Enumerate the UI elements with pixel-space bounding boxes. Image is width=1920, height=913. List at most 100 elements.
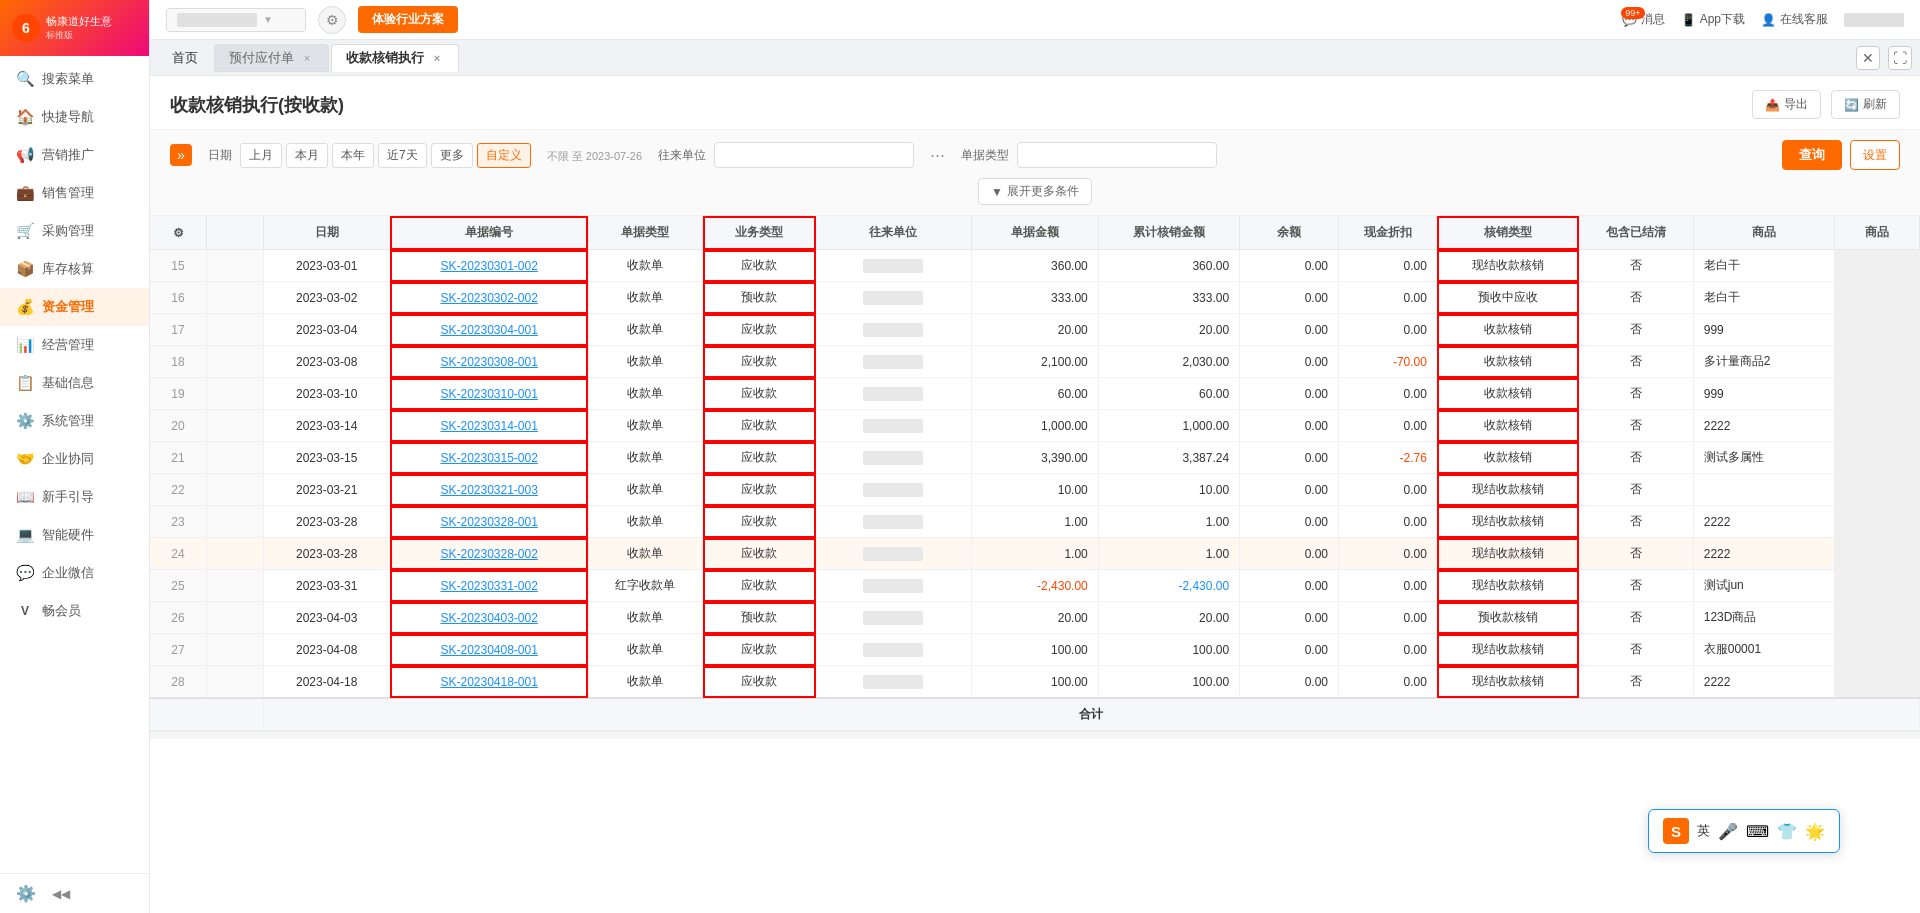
table-row[interactable]: 17 2023-03-04 SK-20230304-001 收款单 应收款 20… bbox=[150, 314, 1920, 346]
table-row[interactable]: 27 2023-04-08 SK-20230408-001 收款单 应收款 10… bbox=[150, 634, 1920, 666]
cell-docno[interactable]: SK-20230403-002 bbox=[390, 602, 588, 634]
cell-docno[interactable]: SK-20230331-002 bbox=[390, 570, 588, 602]
tab-prepay[interactable]: 预付应付单 × bbox=[214, 44, 329, 72]
cell-doctype: 收款单 bbox=[588, 282, 702, 314]
cell-docno[interactable]: SK-20230315-002 bbox=[390, 442, 588, 474]
sidebar-item-purchase[interactable]: 🛒 采购管理 bbox=[0, 212, 149, 250]
sidebar-item-inventory[interactable]: 📦 库存核算 bbox=[0, 250, 149, 288]
sidebar-item-finance[interactable]: 💰 资金管理 bbox=[0, 288, 149, 326]
app-download-button[interactable]: 📱 App下载 bbox=[1681, 11, 1745, 28]
col-header-vertype[interactable]: 核销类型 bbox=[1437, 216, 1578, 250]
col-header-docno[interactable]: 单据编号 bbox=[390, 216, 588, 250]
cell-docno[interactable]: SK-20230328-001 bbox=[390, 506, 588, 538]
gear-button[interactable]: ⚙ bbox=[318, 6, 346, 34]
cell-docno[interactable]: SK-20230308-001 bbox=[390, 346, 588, 378]
expand-conditions-button[interactable]: ▼ 展开更多条件 bbox=[978, 178, 1092, 205]
sidebar-item-system[interactable]: ⚙️ 系统管理 bbox=[0, 402, 149, 440]
online-service-button[interactable]: 👤 在线客服 bbox=[1761, 11, 1828, 28]
filter-unit-input[interactable] bbox=[714, 142, 914, 168]
date-btn-last-month[interactable]: 上月 bbox=[240, 143, 282, 168]
settings-button[interactable]: 设置 bbox=[1850, 140, 1900, 170]
col-header-balance[interactable]: 余额 bbox=[1240, 216, 1339, 250]
cell-docno[interactable]: SK-20230418-001 bbox=[390, 666, 588, 699]
cell-docno[interactable]: SK-20230328-002 bbox=[390, 538, 588, 570]
tab-close-all-button[interactable]: ✕ bbox=[1856, 46, 1880, 70]
sidebar-item-corp[interactable]: 🤝 企业协同 bbox=[0, 440, 149, 478]
float-mic-icon[interactable]: 🎤 bbox=[1718, 822, 1738, 841]
tab-maximize-button[interactable]: ⛶ bbox=[1888, 46, 1912, 70]
col-header-doctype[interactable]: 单据类型 bbox=[588, 216, 702, 250]
tab-collection[interactable]: 收款核销执行 × bbox=[331, 44, 459, 72]
col-header-date[interactable]: 日期 bbox=[263, 216, 390, 250]
sidebar-item-sales[interactable]: 💼 销售管理 bbox=[0, 174, 149, 212]
col-header-incl[interactable]: 包含已结清 bbox=[1579, 216, 1693, 250]
col-header-goods2[interactable]: 商品 bbox=[1835, 216, 1920, 250]
float-keyboard-icon[interactable]: ⌨ bbox=[1746, 822, 1769, 841]
tab-prepay-close-icon[interactable]: × bbox=[300, 51, 314, 65]
col-header-goods[interactable]: 商品 bbox=[1693, 216, 1834, 250]
cell-docno[interactable]: SK-20230304-001 bbox=[390, 314, 588, 346]
cell-incl: 否 bbox=[1579, 506, 1693, 538]
sidebar-item-wechat[interactable]: 💬 企业微信 bbox=[0, 554, 149, 592]
sidebar-item-basic[interactable]: 📋 基础信息 bbox=[0, 364, 149, 402]
sidebar-item-operation[interactable]: 📊 经营管理 bbox=[0, 326, 149, 364]
tab-home[interactable]: 首页 bbox=[158, 44, 212, 72]
cell-docno[interactable]: SK-20230310-001 bbox=[390, 378, 588, 410]
message-button[interactable]: 💬 99+ 消息 bbox=[1622, 11, 1665, 28]
float-shirt-icon[interactable]: 👕 bbox=[1777, 822, 1797, 841]
sidebar-item-hardware[interactable]: 💻 智能硬件 bbox=[0, 516, 149, 554]
date-btn-this-month[interactable]: 本月 bbox=[286, 143, 328, 168]
float-s-logo: S bbox=[1663, 818, 1689, 844]
cell-discount: 0.00 bbox=[1339, 474, 1438, 506]
table-row[interactable]: 24 2023-03-28 SK-20230328-002 收款单 应收款 1.… bbox=[150, 538, 1920, 570]
filter-collapse-button[interactable]: » bbox=[170, 144, 192, 166]
table-row[interactable]: 21 2023-03-15 SK-20230315-002 收款单 应收款 3,… bbox=[150, 442, 1920, 474]
table-row[interactable]: 22 2023-03-21 SK-20230321-003 收款单 应收款 10… bbox=[150, 474, 1920, 506]
col-header-biztype[interactable]: 业务类型 bbox=[703, 216, 816, 250]
cell-docno[interactable]: SK-20230301-002 bbox=[390, 250, 588, 282]
sidebar-item-quicknav[interactable]: 🏠 快捷导航 bbox=[0, 98, 149, 136]
sidebar-item-search[interactable]: 🔍 搜索菜单 bbox=[0, 60, 149, 98]
workspace-selector[interactable]: ▼ bbox=[166, 8, 306, 32]
date-btn-more[interactable]: 更多 bbox=[431, 143, 473, 168]
date-btn-this-year[interactable]: 本年 bbox=[332, 143, 374, 168]
filter-doctype-select[interactable] bbox=[1017, 142, 1217, 168]
table-row[interactable]: 18 2023-03-08 SK-20230308-001 收款单 应收款 2,… bbox=[150, 346, 1920, 378]
industry-button[interactable]: 体验行业方案 bbox=[358, 6, 458, 33]
table-row[interactable]: 28 2023-04-18 SK-20230418-001 收款单 应收款 10… bbox=[150, 666, 1920, 699]
cell-docno[interactable]: SK-20230321-003 bbox=[390, 474, 588, 506]
table-row[interactable]: 16 2023-03-02 SK-20230302-002 收款单 预收款 33… bbox=[150, 282, 1920, 314]
table-row[interactable]: 20 2023-03-14 SK-20230314-001 收款单 应收款 1,… bbox=[150, 410, 1920, 442]
cell-balance: 0.00 bbox=[1240, 442, 1339, 474]
cell-biztype: 预收款 bbox=[703, 602, 816, 634]
tab-collection-close-icon[interactable]: × bbox=[430, 51, 444, 65]
col-header-cumamt[interactable]: 累计核销金额 bbox=[1098, 216, 1239, 250]
horizontal-scrollbar[interactable] bbox=[150, 731, 1920, 739]
settings-icon[interactable]: ⚙️ bbox=[16, 884, 36, 903]
search-icon: 🔍 bbox=[16, 70, 34, 88]
sidebar-item-member[interactable]: V 畅会员 bbox=[0, 592, 149, 630]
table-row[interactable]: 15 2023-03-01 SK-20230301-002 收款单 应收款 36… bbox=[150, 250, 1920, 282]
sidebar-item-guide[interactable]: 📖 新手引导 bbox=[0, 478, 149, 516]
table-row[interactable]: 23 2023-03-28 SK-20230328-001 收款单 应收款 1.… bbox=[150, 506, 1920, 538]
export-button[interactable]: 📤 导出 bbox=[1752, 90, 1821, 119]
table-row[interactable]: 25 2023-03-31 SK-20230331-002 红字收款单 应收款 … bbox=[150, 570, 1920, 602]
collapse-icon[interactable]: ◀◀ bbox=[52, 887, 70, 901]
sidebar-item-marketing[interactable]: 📢 营销推广 bbox=[0, 136, 149, 174]
date-btn-7days[interactable]: 近7天 bbox=[378, 143, 427, 168]
query-button[interactable]: 查询 bbox=[1782, 140, 1842, 170]
cell-docno[interactable]: SK-20230302-002 bbox=[390, 282, 588, 314]
float-star-icon[interactable]: 🌟 bbox=[1805, 822, 1825, 841]
col-header-unit[interactable]: 往来单位 bbox=[816, 216, 971, 250]
table-row[interactable]: 26 2023-04-03 SK-20230403-002 收款单 预收款 20… bbox=[150, 602, 1920, 634]
refresh-button[interactable]: 🔄 刷新 bbox=[1831, 90, 1900, 119]
date-btn-custom[interactable]: 自定义 bbox=[477, 143, 531, 168]
cell-discount: 0.00 bbox=[1339, 666, 1438, 699]
cell-docno[interactable]: SK-20230314-001 bbox=[390, 410, 588, 442]
table-row[interactable]: 19 2023-03-10 SK-20230310-001 收款单 应收款 60… bbox=[150, 378, 1920, 410]
col-header-amount[interactable]: 单据金额 bbox=[971, 216, 1098, 250]
cell-docno[interactable]: SK-20230408-001 bbox=[390, 634, 588, 666]
cell-amount: 333.00 bbox=[971, 282, 1098, 314]
col-header-gear[interactable]: ⚙ bbox=[150, 216, 207, 250]
col-header-discount[interactable]: 现金折扣 bbox=[1339, 216, 1438, 250]
